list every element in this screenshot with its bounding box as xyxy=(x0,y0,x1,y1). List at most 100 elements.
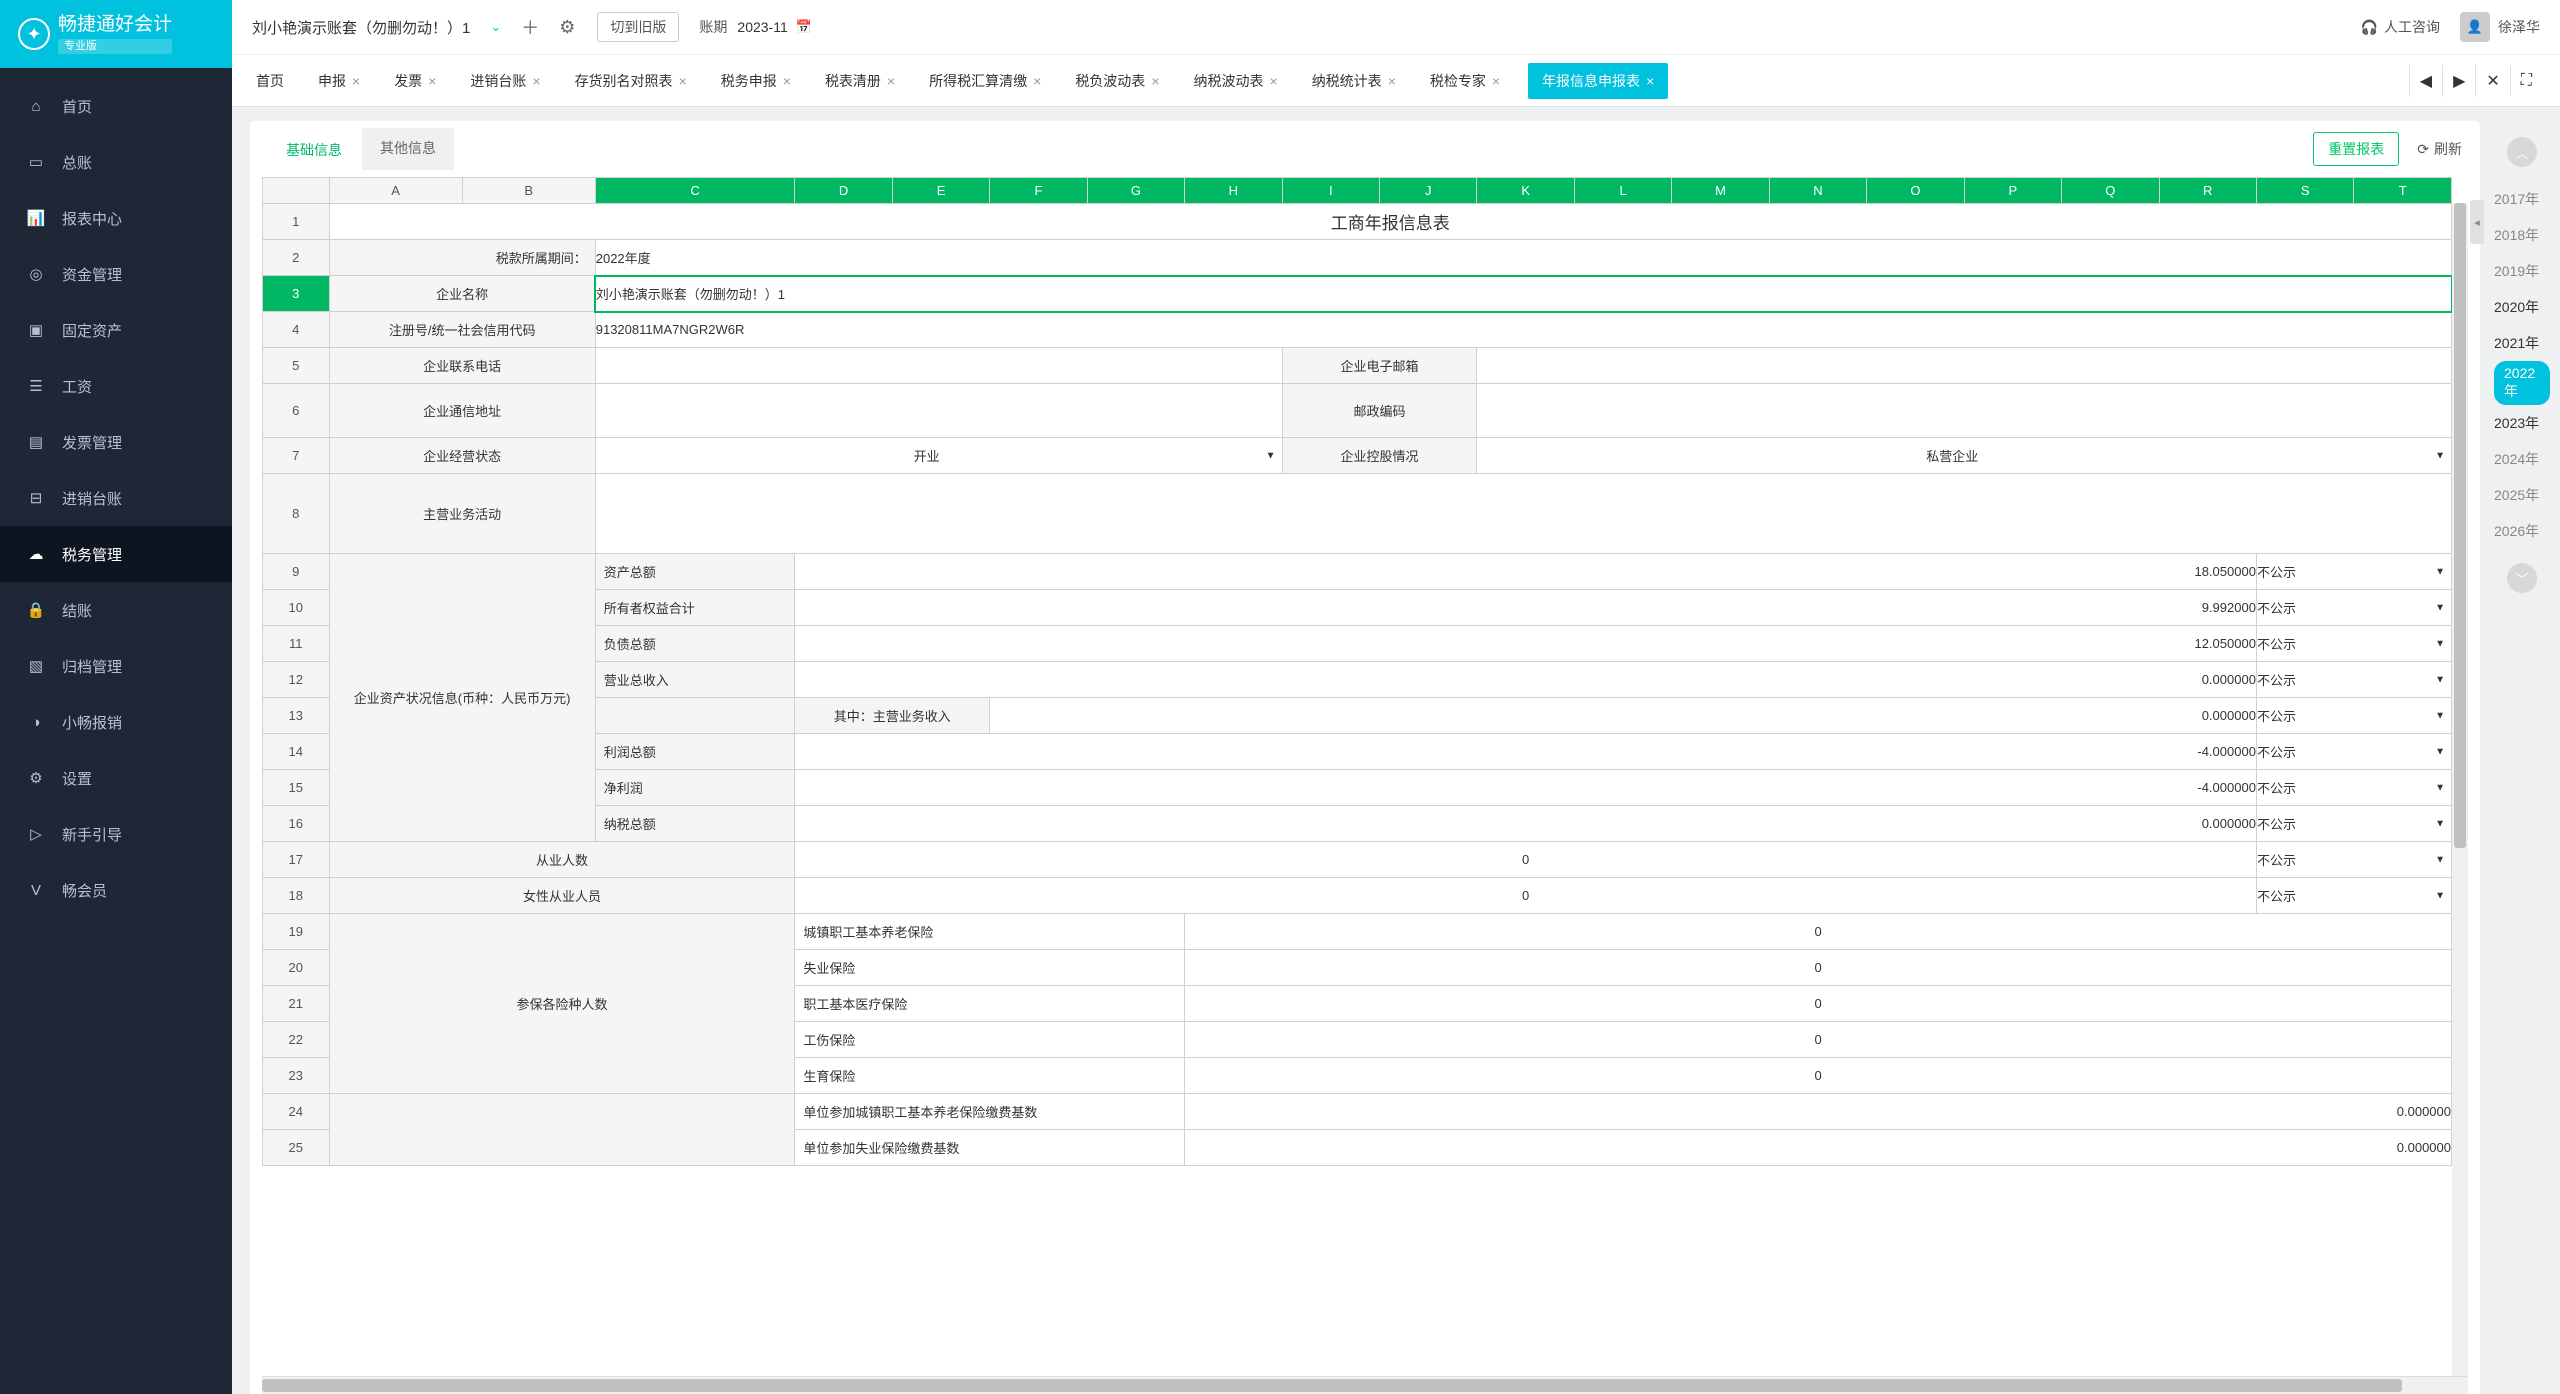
tab-2[interactable]: 发票× xyxy=(388,63,442,99)
dropdown-cell[interactable]: 不公示▼ xyxy=(2257,706,2451,725)
tab-close-icon[interactable]: × xyxy=(887,73,895,89)
row-header[interactable]: 20 xyxy=(263,950,330,986)
tab-5[interactable]: 税务申报× xyxy=(715,63,797,99)
dropdown-cell[interactable]: 不公示▼ xyxy=(2257,562,2451,581)
col-header[interactable]: J xyxy=(1380,178,1477,204)
row-header[interactable]: 11 xyxy=(263,626,330,662)
row-header[interactable]: 25 xyxy=(263,1130,330,1166)
menu-tax[interactable]: ☁税务管理 xyxy=(0,526,232,582)
tab-close-icon[interactable]: × xyxy=(1492,73,1500,89)
tab-close-icon[interactable]: × xyxy=(1151,73,1159,89)
tab-1[interactable]: 申报× xyxy=(312,63,366,99)
tab-10[interactable]: 纳税统计表× xyxy=(1306,63,1402,99)
old-version-button[interactable]: 切到旧版 xyxy=(597,12,679,42)
year-down-button[interactable]: ﹀ xyxy=(2507,563,2537,593)
menu-reimburse[interactable]: ◑小畅报销 xyxy=(0,694,232,750)
dropdown-cell[interactable]: 不公示▼ xyxy=(2257,850,2451,869)
chevron-down-icon[interactable]: ⌄ xyxy=(490,19,501,35)
tab-prev-button[interactable]: ◀ xyxy=(2409,65,2442,97)
tab-6[interactable]: 税表清册× xyxy=(819,63,901,99)
dropdown-cell[interactable]: 不公示▼ xyxy=(2257,634,2451,653)
tab-close-icon[interactable]: × xyxy=(1388,73,1396,89)
tab-close-icon[interactable]: × xyxy=(1270,73,1278,89)
tab-0[interactable]: 首页 xyxy=(250,63,290,99)
dropdown-cell[interactable]: 不公示▼ xyxy=(2257,742,2451,761)
year-up-button[interactable]: ︿ xyxy=(2507,137,2537,167)
year-option[interactable]: 2023年 xyxy=(2494,405,2550,441)
menu-assets[interactable]: ▣固定资产 xyxy=(0,302,232,358)
reset-report-button[interactable]: 重置报表 xyxy=(2313,132,2399,166)
row-header[interactable]: 17 xyxy=(263,842,330,878)
row-header[interactable]: 6 xyxy=(263,384,330,438)
menu-vip[interactable]: V畅会员 xyxy=(0,862,232,918)
sub-tab-basic[interactable]: 基础信息 xyxy=(268,128,360,170)
menu-close[interactable]: 🔒结账 xyxy=(0,582,232,638)
col-header[interactable]: Q xyxy=(2062,178,2159,204)
col-header[interactable]: B xyxy=(462,178,595,204)
menu-settings[interactable]: ⚙设置 xyxy=(0,750,232,806)
dropdown-cell[interactable]: 不公示▼ xyxy=(2257,778,2451,797)
sub-tab-other[interactable]: 其他信息 xyxy=(362,128,454,170)
tab-4[interactable]: 存货别名对照表× xyxy=(569,63,693,99)
tab-7[interactable]: 所得税汇算清缴× xyxy=(923,63,1047,99)
col-header[interactable]: E xyxy=(892,178,989,204)
col-header[interactable]: N xyxy=(1769,178,1866,204)
col-header[interactable] xyxy=(263,178,330,204)
tab-close-icon[interactable]: × xyxy=(428,73,436,89)
row-header[interactable]: 2 xyxy=(263,240,330,276)
tab-close-icon[interactable]: × xyxy=(679,73,687,89)
menu-funds[interactable]: ◎资金管理 xyxy=(0,246,232,302)
row-header[interactable]: 10 xyxy=(263,590,330,626)
year-option[interactable]: 2017年 xyxy=(2494,181,2550,217)
row-header[interactable]: 8 xyxy=(263,474,330,554)
row-header[interactable]: 7 xyxy=(263,438,330,474)
refresh-button[interactable]: ⟳刷新 xyxy=(2417,139,2462,159)
tab-close-button[interactable]: ✕ xyxy=(2475,65,2509,97)
year-option[interactable]: 2022年 xyxy=(2494,361,2550,405)
tab-close-icon[interactable]: × xyxy=(352,73,360,89)
menu-home[interactable]: ⌂首页 xyxy=(0,78,232,134)
tab-11[interactable]: 税检专家× xyxy=(1424,63,1506,99)
vertical-scrollbar[interactable] xyxy=(2452,203,2468,1376)
menu-salary[interactable]: ☰工资 xyxy=(0,358,232,414)
tab-12[interactable]: 年报信息申报表× xyxy=(1528,63,1668,99)
year-option[interactable]: 2018年 xyxy=(2494,217,2550,253)
year-option[interactable]: 2024年 xyxy=(2494,441,2550,477)
row-header[interactable]: 16 xyxy=(263,806,330,842)
row-header[interactable]: 5 xyxy=(263,348,330,384)
row-header[interactable]: 21 xyxy=(263,986,330,1022)
col-header[interactable]: L xyxy=(1574,178,1671,204)
year-option[interactable]: 2026年 xyxy=(2494,513,2550,549)
col-header[interactable]: F xyxy=(990,178,1087,204)
dropdown-cell[interactable]: 不公示▼ xyxy=(2257,598,2451,617)
tab-3[interactable]: 进销台账× xyxy=(464,63,546,99)
col-header[interactable]: G xyxy=(1087,178,1184,204)
tab-close-icon[interactable]: × xyxy=(532,73,540,89)
col-header[interactable]: C xyxy=(595,178,795,204)
horizontal-scrollbar[interactable] xyxy=(262,1376,2468,1394)
col-header[interactable]: O xyxy=(1867,178,1964,204)
year-option[interactable]: 2021年 xyxy=(2494,325,2550,361)
year-option[interactable]: 2019年 xyxy=(2494,253,2550,289)
row-header[interactable]: 9 xyxy=(263,554,330,590)
row-header[interactable]: 22 xyxy=(263,1022,330,1058)
col-header[interactable]: I xyxy=(1282,178,1379,204)
dropdown-cell[interactable]: 不公示▼ xyxy=(2257,670,2451,689)
dropdown-cell[interactable]: 不公示▼ xyxy=(2257,814,2451,833)
col-header[interactable]: H xyxy=(1185,178,1282,204)
tab-close-icon[interactable]: × xyxy=(783,73,791,89)
year-option[interactable]: 2025年 xyxy=(2494,477,2550,513)
add-account-button[interactable]: ＋ xyxy=(521,14,539,40)
row-header[interactable]: 14 xyxy=(263,734,330,770)
spreadsheet[interactable]: ABCDEFGHIJKLMNOPQRST 1工商年报信息表2税款所属期间：202… xyxy=(262,177,2452,1376)
menu-inout[interactable]: ⊟进销台账 xyxy=(0,470,232,526)
dropdown-cell[interactable]: 开业▼ xyxy=(596,446,1282,465)
period-value[interactable]: 2023-11 xyxy=(737,19,787,35)
account-settings-button[interactable]: ⚙ xyxy=(559,17,575,38)
menu-archive[interactable]: ▧归档管理 xyxy=(0,638,232,694)
username[interactable]: 徐泽华 xyxy=(2498,17,2540,37)
row-header[interactable]: 12 xyxy=(263,662,330,698)
tab-next-button[interactable]: ▶ xyxy=(2442,65,2475,97)
dropdown-cell[interactable]: 私营企业▼ xyxy=(1477,446,2451,465)
account-name[interactable]: 刘小艳演示账套（勿删勿动！）1 xyxy=(252,17,470,38)
